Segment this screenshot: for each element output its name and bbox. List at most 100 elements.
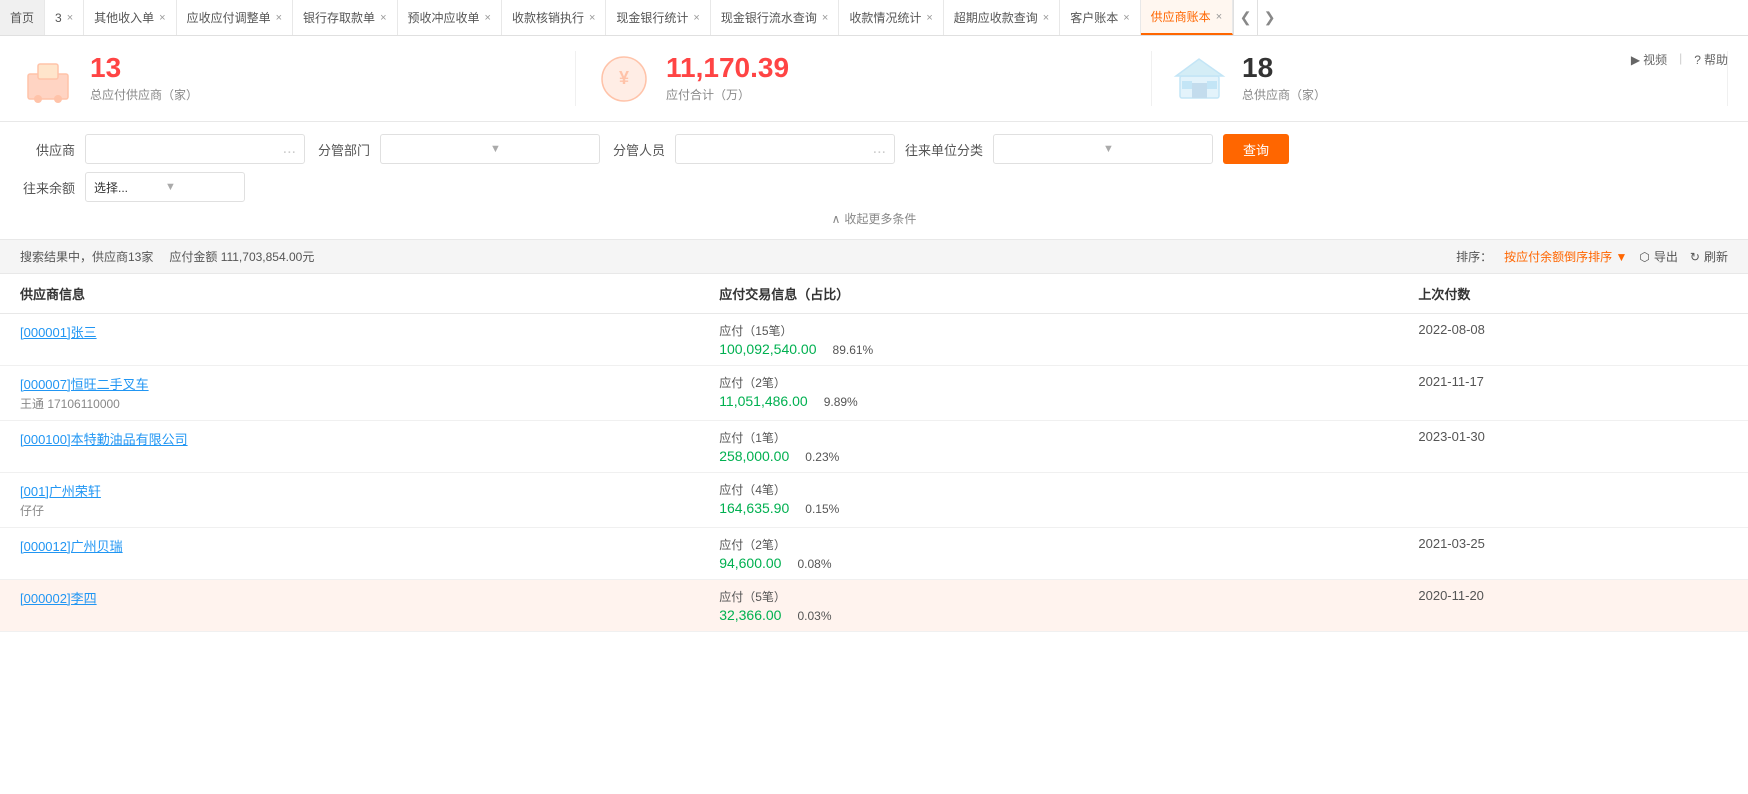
tab-close-tab3[interactable]: × xyxy=(67,12,73,24)
collapse-button[interactable]: ∧ 收起更多条件 xyxy=(832,210,917,227)
txn-amount-1[interactable]: 11,051,486.00 xyxy=(719,393,808,409)
refresh-icon: ↻ xyxy=(1690,250,1700,264)
card2-info: 11,170.39 应付合计（万） xyxy=(666,54,789,103)
last-pay-date-5: 2020-11-20 xyxy=(1418,588,1484,603)
txn-cell-3: 应付（4笔）164,635.900.15% xyxy=(699,473,1398,528)
nav-tab-customer-ledger[interactable]: 客户账本× xyxy=(1060,0,1140,35)
summary-bar: 13 总应付供应商（家） ¥ 11,170.39 应付合计（万） xyxy=(0,36,1748,122)
supplier-sub-1: 王通 17106110000 xyxy=(20,395,679,412)
tab-close-bank-deposit[interactable]: × xyxy=(380,12,386,24)
supplier-link-4[interactable]: [000012]广州贝瑞 xyxy=(20,539,123,554)
nav-tab-tab3[interactable]: 3× xyxy=(45,0,84,35)
txn-label-4: 应付（2笔） xyxy=(719,536,1378,553)
sort-select[interactable]: 按应付余额倒序排序 ▼ xyxy=(1504,248,1627,265)
txn-amount-5[interactable]: 32,366.00 xyxy=(719,607,781,623)
supplier-dots[interactable]: ... xyxy=(283,140,296,158)
nav-arrow-left[interactable]: ❮ xyxy=(1233,0,1257,35)
nav-tab-bank-deposit[interactable]: 银行存取款单× xyxy=(293,0,397,35)
person-dots[interactable]: ... xyxy=(873,140,886,158)
tab-close-supplier-ledger[interactable]: × xyxy=(1216,11,1222,23)
nav-tabs-container: 首页3×其他收入单×应收应付调整单×银行存取款单×预收冲应收单×收款核销执行×现… xyxy=(0,0,1233,35)
nav-tab-supplier-ledger[interactable]: 供应商账本× xyxy=(1141,0,1233,35)
table-body: [000001]张三 应付（15笔）100,092,540.0089.61% 202… xyxy=(0,314,1748,632)
sort-label: 排序： xyxy=(1456,248,1492,265)
nav-tab-other-income[interactable]: 其他收入单× xyxy=(84,0,176,35)
table-row: [000001]张三 应付（15笔）100,092,540.0089.61% 202… xyxy=(0,314,1748,366)
table-wrap: 供应商信息 应付交易信息（占比） 上次付数 [000001]张三应付（15笔）1… xyxy=(0,274,1748,794)
txn-amount-0[interactable]: 100,092,540.00 xyxy=(719,341,816,357)
video-link[interactable]: ▶视频 xyxy=(1631,51,1667,68)
last-pay-cell-4: 2021-03-25 xyxy=(1398,528,1748,580)
table-row: [000007]恒旺二手叉车王通 17106110000 应付（2笔） 11,051… xyxy=(0,366,1748,421)
nav-tab-ar-ap-adjust[interactable]: 应收应付调整单× xyxy=(177,0,293,35)
page-container: 首页3×其他收入单×应收应付调整单×银行存取款单×预收冲应收单×收款核销执行×现… xyxy=(0,0,1748,794)
txn-cell-1: 应付（2笔） 11,051,486.009.89% xyxy=(699,366,1398,421)
export-button[interactable]: ⬡ 导出 xyxy=(1639,248,1678,265)
dept-select[interactable]: ▼ xyxy=(380,134,600,164)
supplier-cell-4: [000012]广州贝瑞 xyxy=(0,528,699,580)
txn-label-1: 应付（2笔） xyxy=(719,374,1378,391)
supplier-input[interactable] xyxy=(94,142,283,156)
supplier-link-0[interactable]: [000001]张三 xyxy=(20,325,97,340)
nav-tab-receipt-verify[interactable]: 收款核销执行× xyxy=(502,0,606,35)
txn-amount-2[interactable]: 258,000.00 xyxy=(719,448,789,464)
txn-amount-4[interactable]: 94,600.00 xyxy=(719,555,781,571)
balance-select[interactable]: 选择... ▼ xyxy=(85,172,245,202)
tab-close-overdue-ar[interactable]: × xyxy=(1043,12,1049,24)
person-input-wrap[interactable]: ... xyxy=(675,134,895,164)
tab-close-cash-bank-flow[interactable]: × xyxy=(822,12,828,24)
tab-close-receipt-stat[interactable]: × xyxy=(926,12,932,24)
card2-label: 应付合计（万） xyxy=(666,86,789,103)
nav-tab-overdue-ar[interactable]: 超期应收款查询× xyxy=(944,0,1060,35)
nav-tab-home[interactable]: 首页 xyxy=(0,0,45,35)
filter-area: 供应商 ... 分管部门 ▼ 分管人员 ... 往来单位分类 ▼ xyxy=(0,122,1748,240)
last-pay-cell-3 xyxy=(1398,473,1748,528)
person-input[interactable] xyxy=(684,142,873,156)
filter-row-2: 往来余额 选择... ▼ xyxy=(20,172,1728,202)
nav-arrow-right[interactable]: ❯ xyxy=(1257,0,1281,35)
tab-close-cash-bank-stat[interactable]: × xyxy=(693,12,699,24)
nav-tab-prepay-ar[interactable]: 预收冲应收单× xyxy=(398,0,502,35)
col-txn-info: 应付交易信息（占比） xyxy=(699,274,1398,314)
table-row: [001]广州荣轩仔仔应付（4笔）164,635.900.15% xyxy=(0,473,1748,528)
dept-label: 分管部门 xyxy=(315,140,370,159)
supplier-link-2[interactable]: [000100]本特勤油品有限公司 xyxy=(20,432,188,447)
last-pay-date-4: 2021-03-25 xyxy=(1418,536,1485,551)
summary-card-2: ¥ 11,170.39 应付合计（万） xyxy=(576,51,1152,106)
last-pay-date-0: 2022-08-08 xyxy=(1418,322,1485,337)
supplier-cell-2: [000100]本特勤油品有限公司 xyxy=(0,421,699,473)
txn-row-5: 32,366.00 0.03% xyxy=(719,607,1378,623)
tab-close-other-income[interactable]: × xyxy=(159,12,165,24)
txn-row-2: 258,000.000.23% xyxy=(719,448,1378,464)
card1-label: 总应付供应商（家） xyxy=(90,86,198,103)
col-last-pay: 上次付数 xyxy=(1398,274,1748,314)
category-select[interactable]: ▼ xyxy=(993,134,1213,164)
svg-text:¥: ¥ xyxy=(618,68,628,88)
category-arrow: ▼ xyxy=(1103,143,1204,155)
nav-tab-receipt-stat[interactable]: 收款情况统计× xyxy=(839,0,943,35)
refresh-button[interactable]: ↻ 刷新 xyxy=(1690,248,1728,265)
help-link[interactable]: ?帮助 xyxy=(1694,51,1728,68)
export-icon: ⬡ xyxy=(1639,250,1649,264)
tab-close-prepay-ar[interactable]: × xyxy=(485,12,491,24)
supplier-link-3[interactable]: [001]广州荣轩 xyxy=(20,484,101,499)
tab-close-customer-ledger[interactable]: × xyxy=(1123,12,1129,24)
txn-cell-0: 应付（15笔）100,092,540.0089.61% xyxy=(699,314,1398,366)
supplier-input-wrap[interactable]: ... xyxy=(85,134,305,164)
last-pay-date-1: 2021-11-17 xyxy=(1418,374,1484,389)
txn-pct-5: 0.03% xyxy=(797,609,831,623)
supplier-link-1[interactable]: [000007]恒旺二手叉车 xyxy=(20,377,149,392)
supplier-icon xyxy=(20,51,75,106)
supplier-link-5[interactable]: [000002]李四 xyxy=(20,591,97,606)
nav-tab-cash-bank-stat[interactable]: 现金银行统计× xyxy=(606,0,710,35)
person-label: 分管人员 xyxy=(610,140,665,159)
txn-amount-3[interactable]: 164,635.90 xyxy=(719,500,789,516)
card3-info: 18 总供应商（家） xyxy=(1242,54,1326,103)
tab-close-receipt-verify[interactable]: × xyxy=(589,12,595,24)
tab-close-ar-ap-adjust[interactable]: × xyxy=(276,12,282,24)
query-button[interactable]: 查询 xyxy=(1223,134,1289,164)
last-pay-cell-2: 2023-01-30 xyxy=(1398,421,1748,473)
txn-row-1: 11,051,486.009.89% xyxy=(719,393,1378,409)
nav-tab-cash-bank-flow[interactable]: 现金银行流水查询× xyxy=(711,0,839,35)
supplier-cell-5: [000002]李四 xyxy=(0,580,699,632)
